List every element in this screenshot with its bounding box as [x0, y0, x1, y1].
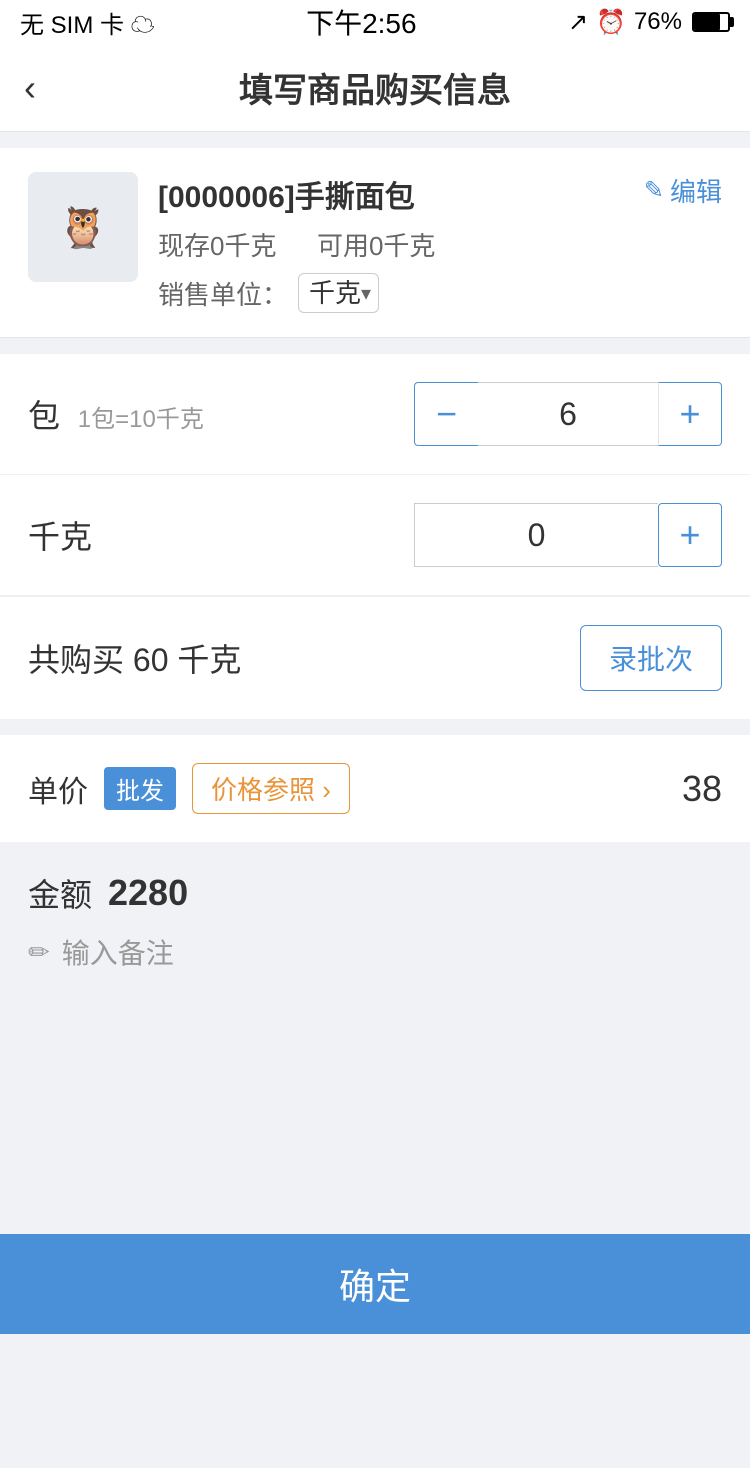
- kg-label: 千克: [28, 519, 92, 555]
- product-name: [0000006]手撕面包: [158, 172, 415, 216]
- price-ref-button[interactable]: 价格参照 ›: [192, 763, 350, 814]
- kg-quantity-input[interactable]: [414, 503, 658, 567]
- status-bar: 无 SIM 卡 ☁ 下午2:56 ↗ ⏰ 76%: [0, 0, 750, 44]
- product-thumbnail: 🦉: [58, 204, 108, 251]
- back-button[interactable]: ‹: [24, 67, 36, 109]
- status-time: 下午2:56: [306, 2, 417, 42]
- product-image: 🦉: [28, 172, 138, 282]
- unit-label: 销售单位：: [158, 275, 288, 312]
- unit-select-wrapper[interactable]: 千克: [298, 273, 379, 313]
- summary-row: 共购买 60 千克 录批次: [0, 596, 750, 719]
- product-info: [0000006]手撕面包 ✎ 编辑 现存0千克 可用0千克 销售单位： 千克: [158, 172, 722, 313]
- bag-quantity-control: − +: [414, 382, 722, 446]
- unit-select[interactable]: 千克: [298, 273, 379, 313]
- bag-sub-label: 1包=10千克: [78, 406, 204, 433]
- bag-label-group: 包 1包=10千克: [28, 391, 204, 437]
- note-placeholder: 输入备注: [62, 932, 174, 972]
- no-sim-text: 无 SIM 卡 ☁: [20, 5, 155, 40]
- price-tag: 批发: [104, 767, 176, 810]
- page-title: 填写商品购买信息: [239, 63, 511, 112]
- battery-text: 76%: [634, 8, 682, 36]
- price-label: 单价: [28, 767, 88, 811]
- bag-input-row: 包 1包=10千克 − +: [0, 354, 750, 475]
- status-left: 无 SIM 卡 ☁: [20, 5, 155, 40]
- available-text: 可用0千克: [317, 231, 435, 261]
- price-value: 38: [682, 768, 722, 810]
- product-unit-row: 销售单位： 千克: [158, 273, 722, 313]
- note-row[interactable]: ✏ 输入备注: [28, 932, 722, 972]
- bag-plus-button[interactable]: +: [658, 382, 722, 446]
- kg-plus-button[interactable]: +: [658, 503, 722, 567]
- batch-button[interactable]: 录批次: [580, 625, 722, 691]
- bag-label: 包: [28, 398, 60, 434]
- product-header-row: [0000006]手撕面包 ✎ 编辑: [158, 172, 722, 226]
- quantity-section: 包 1包=10千克 − + 千克 + 共购买 60 千克 录批次: [0, 354, 750, 719]
- amount-label: 金额: [28, 870, 92, 916]
- status-right: ↗ ⏰ 76%: [568, 8, 730, 37]
- price-section: 单价 批发 价格参照 › 38: [0, 735, 750, 842]
- kg-input-row: 千克 +: [0, 475, 750, 596]
- edit-label: 编辑: [670, 172, 722, 209]
- product-card: 🦉 [0000006]手撕面包 ✎ 编辑 现存0千克 可用0千克 销售单位： 千…: [0, 148, 750, 338]
- nav-bar: ‹ 填写商品购买信息: [0, 44, 750, 132]
- battery-icon: [692, 12, 730, 32]
- bag-quantity-input[interactable]: [478, 382, 658, 446]
- edit-button[interactable]: ✎ 编辑: [644, 172, 722, 209]
- stock-text: 现存0千克: [158, 231, 276, 261]
- amount-value: 2280: [108, 872, 188, 914]
- edit-icon: ✎: [644, 176, 664, 205]
- summary-text: 共购买 60 千克: [28, 635, 241, 681]
- bag-minus-button[interactable]: −: [414, 382, 478, 446]
- amount-section: 金额 2280 ✏ 输入备注: [0, 842, 750, 988]
- amount-row: 金额 2280: [28, 870, 722, 916]
- pencil-icon: ✏: [28, 937, 50, 968]
- confirm-button[interactable]: 确定: [0, 1234, 750, 1334]
- alarm-icon: ⏰: [596, 8, 626, 37]
- kg-label-group: 千克: [28, 512, 92, 558]
- price-ref-label: 价格参照 ›: [211, 770, 331, 807]
- kg-quantity-control: +: [414, 503, 722, 567]
- location-icon: ↗: [568, 8, 588, 37]
- product-stock: 现存0千克 可用0千克: [158, 226, 722, 263]
